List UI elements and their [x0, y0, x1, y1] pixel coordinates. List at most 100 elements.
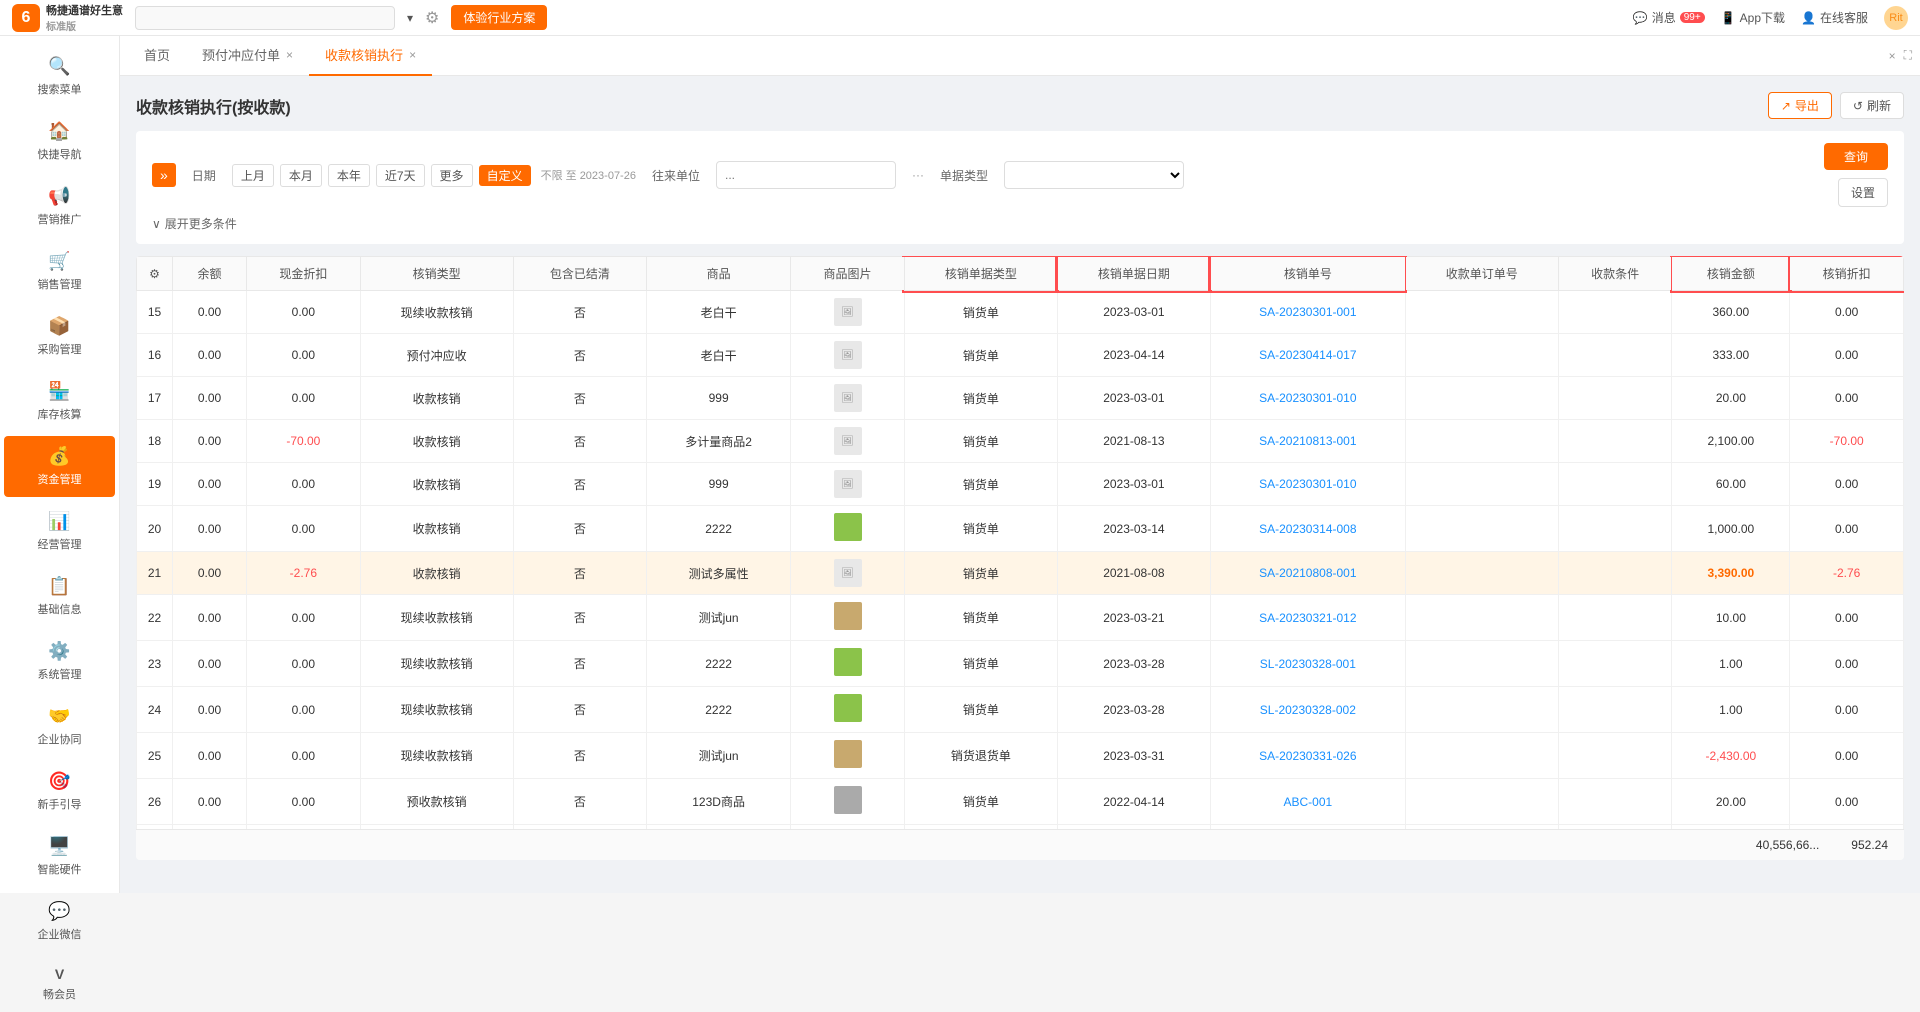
- hardware-icon: 🖥️: [48, 836, 70, 857]
- filter-bar: » 日期 上月 本月 本年 近7天 更多 自定义 不限 至 2023-07-26…: [136, 131, 1904, 244]
- doc-no-link[interactable]: SL-20230328-001: [1260, 657, 1356, 671]
- export-button[interactable]: ↗ 导出: [1768, 92, 1832, 119]
- col-settings[interactable]: ⚙: [137, 257, 173, 291]
- row-doc-no: SA-20210813-001: [1210, 420, 1405, 463]
- row-amount: 2,100.00: [1672, 420, 1790, 463]
- doc-no-link[interactable]: SA-20230301-001: [1259, 305, 1356, 319]
- sidebar-item-marketing[interactable]: 📢 营销推广: [4, 176, 115, 237]
- row-balance: 0.00: [173, 506, 247, 552]
- row-settled: 否: [513, 733, 646, 779]
- online-service-btn[interactable]: 👤 在线客服: [1801, 9, 1868, 26]
- product-image: [834, 513, 862, 541]
- content-area: 首页 预付冲应付单 × 收款核销执行 × × ⛶ 收款核销执行(按收款): [120, 36, 1920, 893]
- sidebar-item-guide[interactable]: 🎯 新手引导: [4, 761, 115, 822]
- sidebar-item-corp[interactable]: 🤝 企业协同: [4, 696, 115, 757]
- row-type: 预收款核销: [360, 779, 513, 825]
- date-7days-btn[interactable]: 近7天: [376, 164, 425, 187]
- doc-no-link[interactable]: SA-20210808-001: [1259, 566, 1356, 580]
- row-cash-discount: -2.76: [247, 552, 361, 595]
- doc-no-link[interactable]: SA-20210813-001: [1259, 434, 1356, 448]
- doc-no-link[interactable]: SA-20230321-012: [1259, 611, 1356, 625]
- date-more-btn[interactable]: 更多: [431, 164, 473, 187]
- tab-prepay-close[interactable]: ×: [286, 48, 293, 62]
- counterpart-input[interactable]: [716, 161, 896, 189]
- row-goods-img: [791, 641, 905, 687]
- col-discount: 核销折扣: [1790, 257, 1904, 291]
- filter-expand-btn[interactable]: ∨ 展开更多条件: [152, 215, 1888, 232]
- messages-btn[interactable]: 💬 消息 99+: [1633, 9, 1705, 26]
- row-type: 收款核销: [360, 463, 513, 506]
- row-doc-type: 销货单: [904, 291, 1057, 334]
- product-image: [834, 740, 862, 768]
- settings-icon[interactable]: ⚙: [425, 8, 439, 28]
- row-goods: 999: [646, 463, 790, 506]
- sidebar-item-purchase[interactable]: 📦 采购管理: [4, 306, 115, 367]
- search-input[interactable]: [135, 6, 395, 30]
- row-doc-date: 2023-03-14: [1057, 506, 1210, 552]
- date-custom-btn[interactable]: 自定义: [479, 165, 531, 186]
- row-id: 15: [137, 291, 173, 334]
- row-goods-img: [791, 595, 905, 641]
- sidebar-item-inventory[interactable]: 🏪 库存核算: [4, 371, 115, 432]
- filter-collapse-btn[interactable]: »: [152, 163, 176, 187]
- row-amount: 10.00: [1672, 595, 1790, 641]
- table-scroll[interactable]: ⚙ 余额 现金折扣 核销类型 包含已结清 商品 商品图片 核销单据类型 核销单据…: [136, 256, 1904, 829]
- sidebar-item-wechat[interactable]: 💬 企业微信: [4, 891, 115, 952]
- row-receipt-order: [1405, 334, 1558, 377]
- user-avatar[interactable]: Rit: [1884, 6, 1908, 30]
- app-download-btn[interactable]: 📱 App下载: [1721, 9, 1785, 26]
- table-row: 19 0.00 0.00 收款核销 否 999 🖼 销货单 2023-03-01…: [137, 463, 1904, 506]
- setting-button[interactable]: 设置: [1838, 178, 1888, 207]
- tab-home[interactable]: 首页: [128, 36, 186, 76]
- row-doc-type: 销货单: [904, 552, 1057, 595]
- row-balance: 0.00: [173, 334, 247, 377]
- query-button[interactable]: 查询: [1824, 143, 1888, 170]
- tab-minimize-icon[interactable]: ×: [1889, 49, 1896, 63]
- refresh-button[interactable]: ↺ 刷新: [1840, 92, 1904, 119]
- doc-no-link[interactable]: SA-20230314-008: [1259, 522, 1356, 536]
- date-this-month-btn[interactable]: 本月: [280, 164, 322, 187]
- row-goods: 老白干: [646, 291, 790, 334]
- sidebar-item-hardware[interactable]: 🖥️ 智能硬件: [4, 826, 115, 887]
- doc-no-link[interactable]: SL-20230328-002: [1260, 703, 1356, 717]
- sidebar-item-search[interactable]: 🔍 搜索菜单: [4, 46, 115, 107]
- tab-receipt[interactable]: 收款核销执行 ×: [309, 36, 432, 76]
- tab-expand-icon[interactable]: ⛶: [1904, 48, 1912, 63]
- row-amount: 60.00: [1672, 463, 1790, 506]
- row-goods-img: 🖼: [791, 463, 905, 506]
- receipt-type-select[interactable]: [1004, 161, 1184, 189]
- sidebar-item-management[interactable]: 📊 经营管理: [4, 501, 115, 562]
- doc-no-link[interactable]: SA-20230331-026: [1259, 749, 1356, 763]
- sidebar-item-sales[interactable]: 🛒 销售管理: [4, 241, 115, 302]
- tab-receipt-close[interactable]: ×: [409, 48, 416, 62]
- row-amount: 3,390.00: [1672, 552, 1790, 595]
- date-last-month-btn[interactable]: 上月: [232, 164, 274, 187]
- search-dropdown[interactable]: ▾: [407, 11, 413, 25]
- row-settled: 否: [513, 377, 646, 420]
- row-doc-no: SA-20230301-001: [1210, 291, 1405, 334]
- sidebar-item-basic[interactable]: 📋 基础信息: [4, 566, 115, 627]
- doc-no-link[interactable]: SA-20230414-017: [1259, 348, 1356, 362]
- row-goods-img: [791, 733, 905, 779]
- row-doc-type: 销货退货单: [904, 733, 1057, 779]
- row-goods-img: 🖼: [791, 420, 905, 463]
- solution-button[interactable]: 体验行业方案: [451, 5, 547, 30]
- row-settled: 否: [513, 641, 646, 687]
- row-settled: 否: [513, 779, 646, 825]
- date-this-year-btn[interactable]: 本年: [328, 164, 370, 187]
- row-receipt-cond: [1558, 334, 1672, 377]
- management-icon: 📊: [48, 511, 70, 532]
- row-type: 预付冲应收: [360, 334, 513, 377]
- sidebar-item-nav[interactable]: 🏠 快捷导航: [4, 111, 115, 172]
- sidebar-item-system[interactable]: ⚙️ 系统管理: [4, 631, 115, 692]
- row-receipt-order: [1405, 463, 1558, 506]
- row-doc-date: 2023-03-28: [1057, 641, 1210, 687]
- doc-no-link[interactable]: SA-20230301-010: [1259, 477, 1356, 491]
- sidebar-item-member[interactable]: V 畅会员: [4, 956, 115, 1012]
- doc-no-link[interactable]: SA-20230301-010: [1259, 391, 1356, 405]
- doc-no-link[interactable]: ABC-001: [1283, 795, 1332, 809]
- tab-prepay[interactable]: 预付冲应付单 ×: [186, 36, 309, 76]
- row-goods-img: [791, 779, 905, 825]
- row-id: 24: [137, 687, 173, 733]
- sidebar-item-finance[interactable]: 💰 资金管理: [4, 436, 115, 497]
